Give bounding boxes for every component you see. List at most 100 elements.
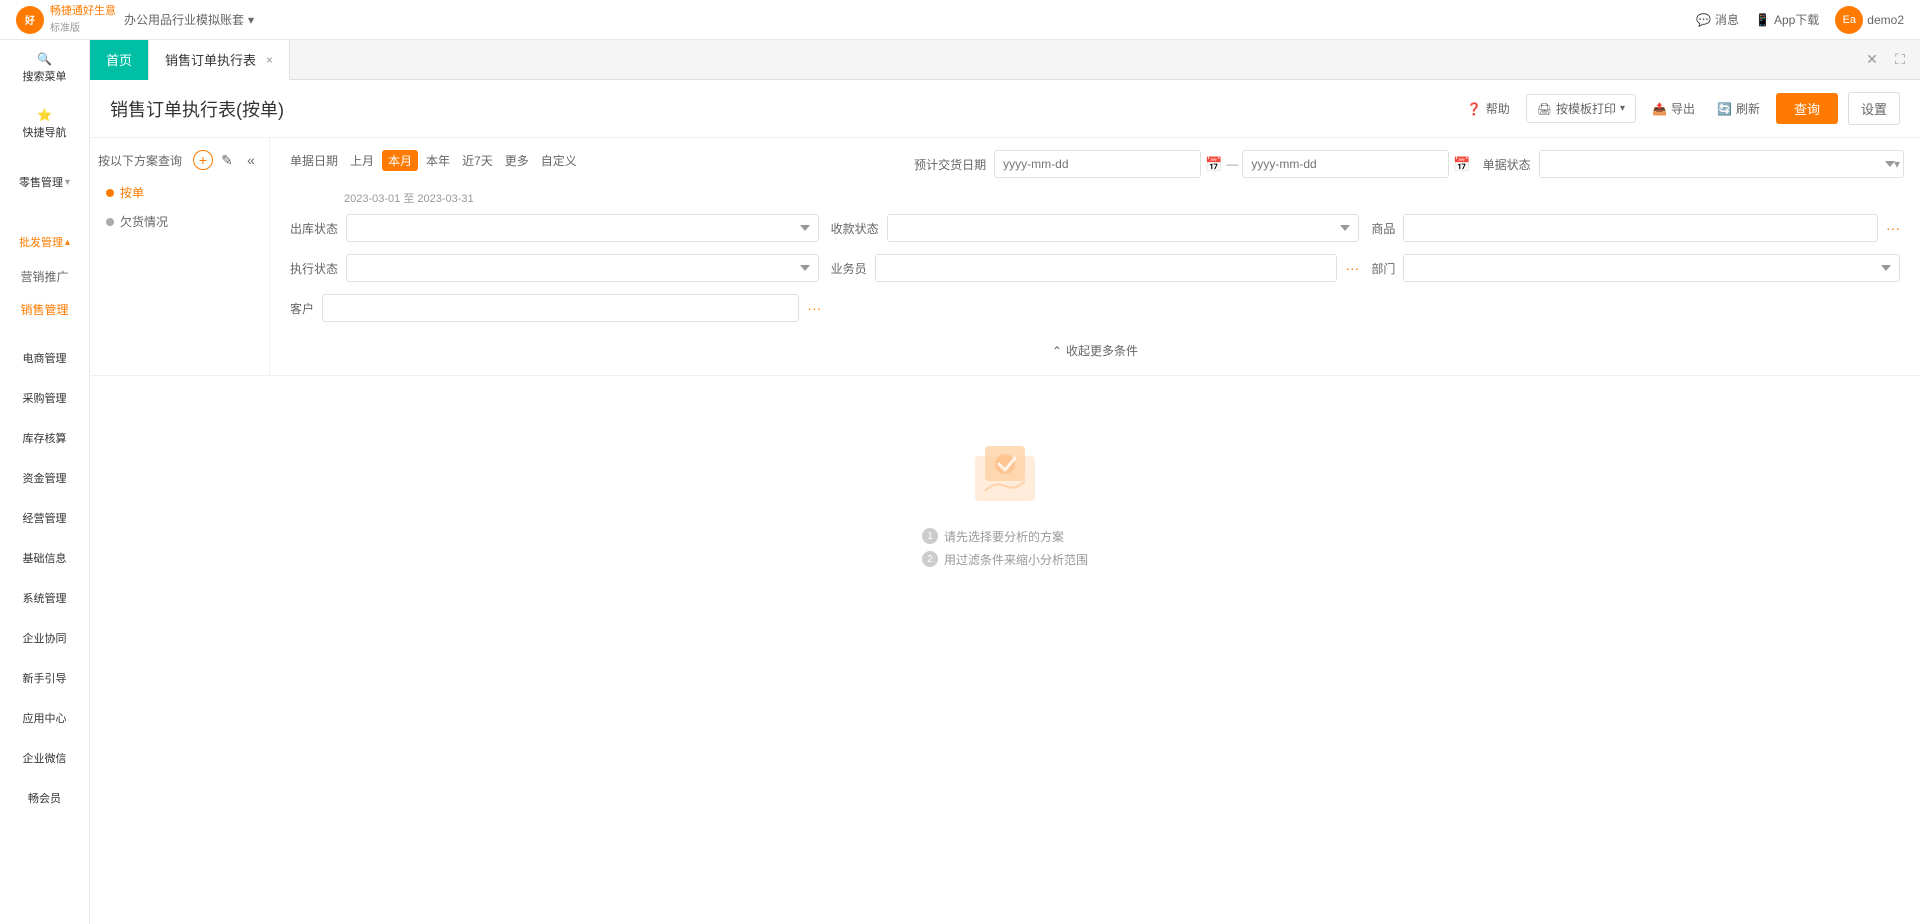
date-separator: — xyxy=(1226,157,1238,171)
status-select[interactable] xyxy=(1539,150,1904,178)
filter-row-3: 执行状态 业务员 ··· 部门 xyxy=(290,254,1900,282)
settings-button[interactable]: 设置 xyxy=(1848,92,1900,125)
sidebar-item-retail-header: 零售管理 ▾ xyxy=(4,164,85,200)
expected-date-start[interactable] xyxy=(994,150,1201,178)
sidebar-sub-item-sales[interactable]: 销售管理 xyxy=(4,293,85,326)
refresh-button[interactable]: 🔄 刷新 xyxy=(1711,98,1766,119)
sidebar-item-quick-nav[interactable]: ⭐ 快捷导航 xyxy=(0,96,89,152)
status-label: 单据状态 xyxy=(1483,156,1531,173)
sidebar-item-wholesale-header: 批发管理 ▴ xyxy=(4,224,85,260)
export-button[interactable]: 📤 导出 xyxy=(1646,98,1701,119)
filter-right: 单据日期 上月 本月 本年 近7天 更多 自定义 xyxy=(270,138,1920,375)
date-tab-更多[interactable]: 更多 xyxy=(501,150,533,171)
export-icon: 📤 xyxy=(1652,102,1667,116)
wholesale-submenu: 营销推广 销售管理 xyxy=(4,260,85,326)
help-icon: ❓ xyxy=(1467,102,1482,116)
export-label: 导出 xyxy=(1671,100,1695,117)
add-scheme-button[interactable]: + xyxy=(193,150,213,170)
tab-sales-order-label: 销售订单执行表 xyxy=(165,50,256,69)
exec-status-label: 执行状态 xyxy=(290,260,338,277)
collapse-scheme-button[interactable]: « xyxy=(241,150,261,170)
query-button[interactable]: 查询 xyxy=(1776,93,1838,124)
salesperson-input[interactable] xyxy=(875,254,1338,282)
tab-home-label: 首页 xyxy=(106,50,132,69)
collapse-more-button[interactable]: ⌃ 收起更多条件 xyxy=(1052,342,1138,359)
filter-row-1: 单据日期 上月 本月 本年 近7天 更多 自定义 xyxy=(290,150,1900,178)
filter-item-delivery: 出库状态 xyxy=(290,214,819,242)
empty-hint-1: 1 请先选择要分析的方案 xyxy=(922,528,1088,545)
filter-nav-item-欠货情况[interactable]: 欠货情况 xyxy=(98,207,261,236)
goods-dots-icon[interactable]: ··· xyxy=(1886,220,1900,236)
topbar-right: 💬 消息 📱 App下载 Ea demo2 xyxy=(1696,6,1904,34)
goods-input[interactable] xyxy=(1403,214,1878,242)
sidebar-item-finance[interactable]: 资金管理 xyxy=(0,458,89,498)
customer-label: 客户 xyxy=(290,300,314,317)
sidebar-item-search[interactable]: 🔍 搜索菜单 xyxy=(0,40,89,96)
tab-close-icon[interactable]: × xyxy=(266,53,273,67)
page-inner: 销售订单执行表(按单) ❓ 帮助 🖨 按模板打印 ▾ 📤 xyxy=(90,80,1920,924)
tab-home[interactable]: 首页 xyxy=(90,40,149,80)
topbar-left: 好 畅捷通好生意 标准版 办公用品行业模拟账套 ▾ xyxy=(16,5,254,33)
dept-select[interactable] xyxy=(1403,254,1900,282)
sidebar-sub-item-marketing[interactable]: 营销推广 xyxy=(4,260,85,293)
scheme-label-欠货情况: 欠货情况 xyxy=(120,213,168,230)
topbar: 好 畅捷通好生意 标准版 办公用品行业模拟账套 ▾ 💬 消息 📱 App下载 E… xyxy=(0,0,1920,40)
date-tab-本月[interactable]: 本月 xyxy=(382,150,418,171)
user-area[interactable]: Ea demo2 xyxy=(1835,6,1904,34)
app-download-action[interactable]: 📱 App下载 xyxy=(1755,11,1819,28)
delivery-label: 出库状态 xyxy=(290,220,338,237)
delivery-select[interactable] xyxy=(346,214,819,242)
salesperson-dots-icon[interactable]: ··· xyxy=(1345,260,1359,276)
wholesale-chevron: ▴ xyxy=(65,237,70,248)
sidebar-item-ecommerce[interactable]: 电商管理 xyxy=(0,338,89,378)
page-title: 销售订单执行表(按单) xyxy=(110,96,284,122)
app-title[interactable]: 办公用品行业模拟账套 ▾ xyxy=(124,11,254,28)
filter-item-expected-date: 预计交货日期 📅 — 📅 xyxy=(914,150,1470,178)
help-button[interactable]: ❓ 帮助 xyxy=(1461,98,1516,119)
filter-nav-item-按单[interactable]: 按单 xyxy=(98,178,261,207)
sidebar-item-operations[interactable]: 经营管理 xyxy=(0,498,89,538)
sidebar-item-app-center[interactable]: 应用中心 xyxy=(0,698,89,738)
sidebar-item-newbie[interactable]: 新手引导 xyxy=(0,658,89,698)
salesperson-label: 业务员 xyxy=(831,260,867,277)
sidebar-item-wholesale[interactable]: 批发管理 ▴ 营销推广 销售管理 xyxy=(0,212,89,338)
date-tab-自定义[interactable]: 自定义 xyxy=(537,150,581,171)
sidebar-item-enterprise[interactable]: 企业协同 xyxy=(0,618,89,658)
sidebar-item-basic-info[interactable]: 基础信息 xyxy=(0,538,89,578)
date-label: 单据日期 xyxy=(290,152,338,169)
tab-expand-button[interactable]: ⛶ xyxy=(1888,48,1912,72)
marketing-label: 营销推广 xyxy=(20,268,68,285)
exec-status-select[interactable] xyxy=(346,254,819,282)
filter-item-date: 单据日期 上月 本月 本年 近7天 更多 自定义 xyxy=(290,150,902,171)
sidebar-item-system[interactable]: 系统管理 xyxy=(0,578,89,618)
hint-text-2: 用过滤条件来缩小分析范围 xyxy=(944,551,1088,568)
expected-date-range: 📅 — 📅 xyxy=(994,150,1470,178)
sidebar-item-corp-wechat[interactable]: 企业微信 xyxy=(0,738,89,778)
tab-sales-order[interactable]: 销售订单执行表 × xyxy=(149,40,290,80)
logo-text: 畅捷通好生意 xyxy=(50,5,116,18)
sidebar-item-search-label: 搜索菜单 xyxy=(4,68,85,84)
sidebar-item-retail[interactable]: 零售管理 ▾ xyxy=(0,152,89,212)
sidebar-item-purchase[interactable]: 采购管理 xyxy=(0,378,89,418)
date-tab-本年[interactable]: 本年 xyxy=(422,150,454,171)
expected-date-end[interactable] xyxy=(1242,150,1449,178)
date-tab-上月[interactable]: 上月 xyxy=(346,150,378,171)
empty-hints: 1 请先选择要分析的方案 2 用过滤条件来缩小分析范围 xyxy=(922,528,1088,568)
date-tab-近7天[interactable]: 近7天 xyxy=(458,150,497,171)
message-action[interactable]: 💬 消息 xyxy=(1696,11,1739,28)
main-wrapper: 🔍 搜索菜单 ⭐ 快捷导航 零售管理 ▾ 批发管理 ▴ 营销推广 销售管理 xyxy=(0,40,1920,924)
filter-left-title: 按以下方案查询 xyxy=(98,152,182,169)
edit-scheme-button[interactable]: ✎ xyxy=(217,150,237,170)
hint-num-1: 1 xyxy=(922,528,938,544)
customer-dots-icon[interactable]: ··· xyxy=(807,300,821,316)
message-icon: 💬 xyxy=(1696,13,1711,27)
tab-close-all-button[interactable]: ✕ xyxy=(1860,48,1884,72)
page-actions: ❓ 帮助 🖨 按模板打印 ▾ 📤 导出 🔄 xyxy=(1461,92,1900,125)
payment-select[interactable] xyxy=(887,214,1360,242)
goods-label: 商品 xyxy=(1371,220,1395,237)
sidebar-item-inventory[interactable]: 库存核算 xyxy=(0,418,89,458)
customer-input[interactable] xyxy=(322,294,799,322)
template-print-button[interactable]: 🖨 按模板打印 ▾ xyxy=(1526,94,1636,123)
sidebar-item-member[interactable]: 畅会员 xyxy=(0,778,89,818)
member-label: 畅会员 xyxy=(28,793,61,805)
